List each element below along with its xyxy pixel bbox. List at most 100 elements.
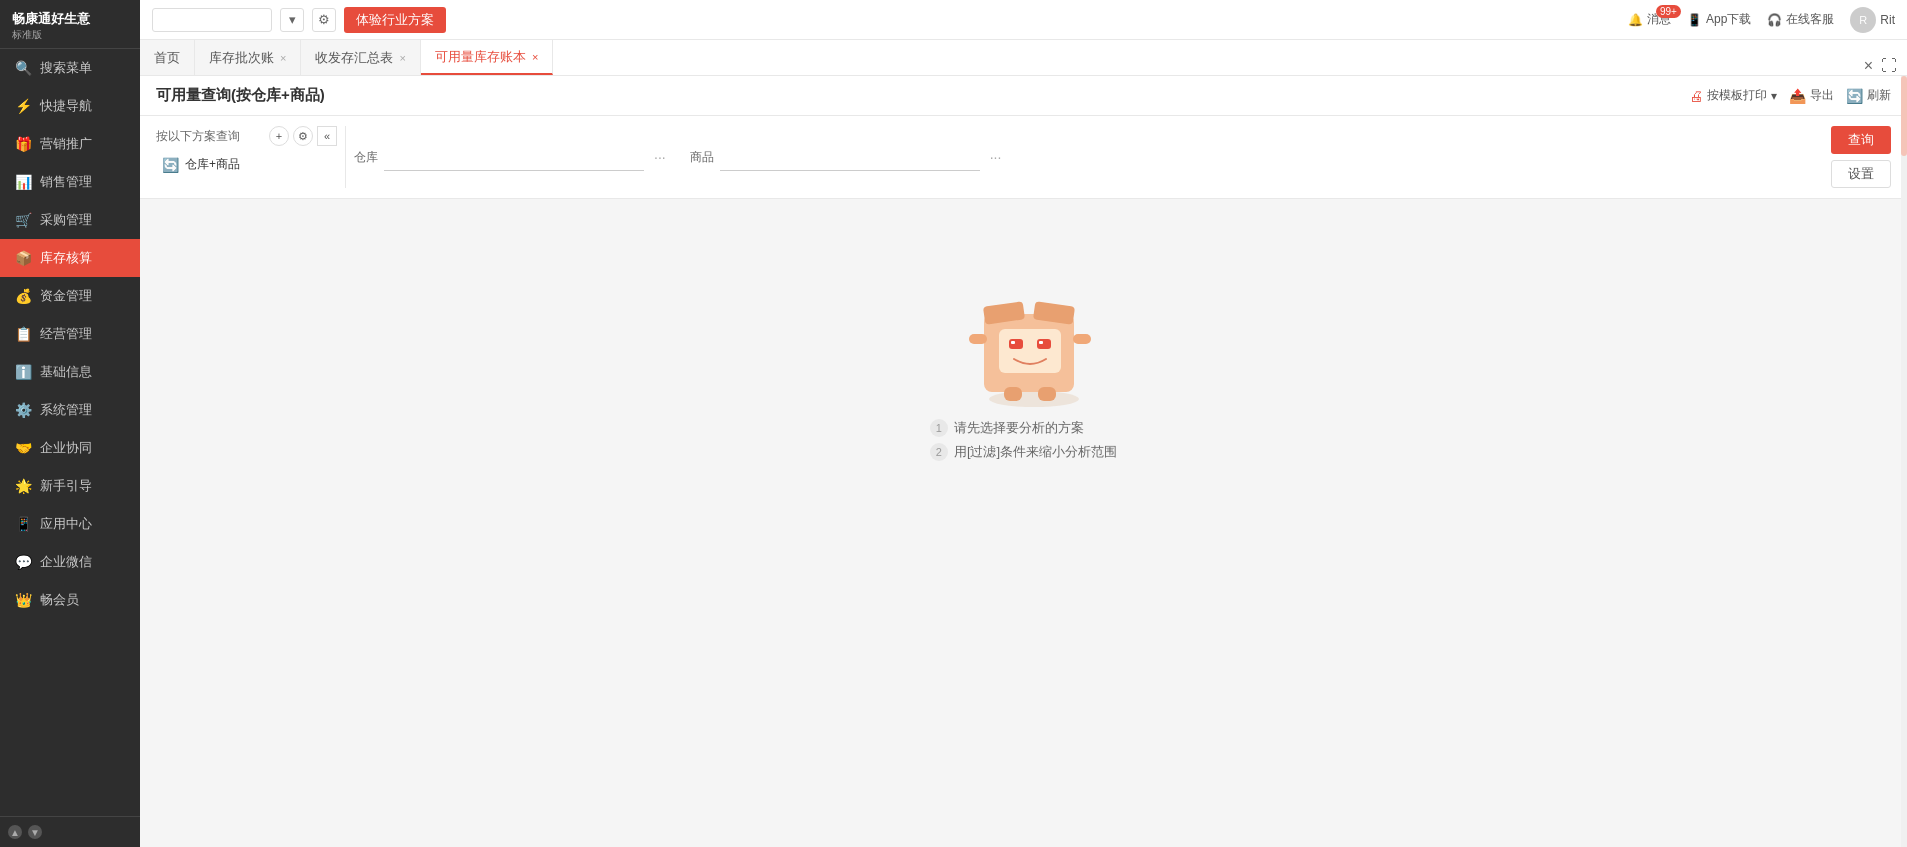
app-download-button[interactable]: 📱 App下载 [1687, 11, 1751, 28]
dropdown-button[interactable]: ▾ [280, 8, 304, 32]
message-button[interactable]: 🔔 消息 99+ [1628, 11, 1671, 28]
customer-service-button[interactable]: 🎧 在线客服 [1767, 11, 1834, 28]
scheme-item-warehouse-product[interactable]: 🔄 仓库+商品 [156, 152, 337, 177]
sidebar-item-appcenter[interactable]: 📱 应用中心 [0, 505, 140, 543]
empty-tip-2: 2 用[过滤]条件来缩小分析范围 [930, 443, 1117, 461]
refresh-label: 刷新 [1867, 87, 1891, 104]
sidebar-scroll-down[interactable]: ▼ [28, 825, 42, 839]
tab-available-ledger[interactable]: 可用量库存账本 × [421, 40, 553, 75]
sidebar-item-newbie[interactable]: 🌟 新手引导 [0, 467, 140, 505]
sidebar-item-label: 系统管理 [40, 401, 92, 419]
query-button[interactable]: 查询 [1831, 126, 1891, 154]
gift-icon: 🎁 [14, 136, 32, 152]
sidebar-item-purchase[interactable]: 🛒 采购管理 [0, 201, 140, 239]
chevron-down-icon: ▾ [289, 12, 296, 27]
sidebar-item-label: 经营管理 [40, 325, 92, 343]
settings-button[interactable]: 设置 [1831, 160, 1891, 188]
svg-rect-6 [1037, 339, 1051, 349]
svg-rect-9 [969, 334, 987, 344]
export-button[interactable]: 📤 导出 [1789, 87, 1834, 104]
tab-batch-account-label: 库存批次账 [209, 49, 274, 67]
page-title: 可用量查询(按仓库+商品) [156, 86, 325, 105]
sidebar-item-label: 库存核算 [40, 249, 92, 267]
tab-collect-account-label: 收发存汇总表 [315, 49, 393, 67]
tip-text-1: 请先选择要分析的方案 [954, 419, 1084, 437]
tab-home-label: 首页 [154, 49, 180, 67]
gear-icon: ⚙ [318, 12, 330, 27]
gear-icon: ⚙️ [14, 402, 32, 418]
tab-bar-right: × ⛶ [1854, 57, 1907, 75]
scrollbar-thumb[interactable] [1901, 76, 1907, 156]
tip-num-1: 1 [930, 419, 948, 437]
filter-fields: 仓库 ··· 商品 ··· [354, 126, 1811, 188]
print-icon: 🖨 [1689, 88, 1703, 104]
sidebar-item-sales[interactable]: 📊 销售管理 [0, 163, 140, 201]
headset-icon: 🎧 [1767, 13, 1782, 27]
sidebar-logo: 畅康通好生意 标准版 [0, 0, 140, 49]
sidebar-item-quick-nav[interactable]: ⚡ 快捷导航 [0, 87, 140, 125]
tab-available-ledger-close[interactable]: × [532, 51, 538, 63]
scheme-panel: 按以下方案查询 + ⚙ « 🔄 仓库+商品 [156, 126, 346, 188]
warehouse-more-button[interactable]: ··· [650, 149, 670, 165]
warehouse-label: 仓库 [354, 149, 378, 166]
tab-home[interactable]: 首页 [140, 40, 195, 75]
svg-rect-12 [1038, 387, 1056, 401]
right-scrollbar[interactable] [1901, 76, 1907, 847]
settings-scheme-button[interactable]: ⚙ [293, 126, 313, 146]
scheme-actions: + ⚙ « [269, 126, 337, 146]
settings-icon-button[interactable]: ⚙ [312, 8, 336, 32]
sidebar-item-system[interactable]: ⚙️ 系统管理 [0, 391, 140, 429]
export-icon: 📤 [1789, 88, 1806, 104]
svg-point-0 [989, 391, 1079, 407]
clipboard-icon: 📋 [14, 326, 32, 342]
sidebar-scroll-up[interactable]: ▲ [8, 825, 22, 839]
warehouse-input[interactable] [384, 143, 644, 171]
search-input[interactable] [152, 8, 272, 32]
chart-icon: 📊 [14, 174, 32, 190]
add-scheme-button[interactable]: + [269, 126, 289, 146]
sidebar-item-label: 采购管理 [40, 211, 92, 229]
tab-collect-account[interactable]: 收发存汇总表 × [301, 40, 420, 75]
sidebar-item-label: 企业协同 [40, 439, 92, 457]
svg-rect-8 [1039, 341, 1043, 344]
tab-collect-account-close[interactable]: × [399, 52, 405, 64]
user-profile-button[interactable]: R Rit [1850, 7, 1895, 33]
print-dropdown-icon: ▾ [1771, 89, 1777, 103]
tab-batch-account[interactable]: 库存批次账 × [195, 40, 301, 75]
user-label: Rit [1880, 13, 1895, 27]
sidebar-item-label: 搜索菜单 [40, 59, 92, 77]
topbar: ▾ ⚙ 体验行业方案 🔔 消息 99+ 📱 App下载 🎧 在线客服 R Rit [140, 0, 1907, 40]
tab-batch-account-close[interactable]: × [280, 52, 286, 64]
product-filter-group: 商品 ··· [690, 143, 1006, 171]
scheme-item-label: 仓库+商品 [185, 156, 240, 173]
product-more-button[interactable]: ··· [986, 149, 1006, 165]
sidebar-item-member[interactable]: 👑 畅会员 [0, 581, 140, 619]
sidebar-item-finance[interactable]: 💰 资金管理 [0, 277, 140, 315]
sidebar-item-label: 营销推广 [40, 135, 92, 153]
service-label: 在线客服 [1786, 11, 1834, 28]
avatar: R [1850, 7, 1876, 33]
sidebar-item-search[interactable]: 🔍 搜索菜单 [0, 49, 140, 87]
empty-tip-1: 1 请先选择要分析的方案 [930, 419, 1117, 437]
sidebar-item-enterprise[interactable]: 🤝 企业协同 [0, 429, 140, 467]
empty-svg [964, 279, 1104, 409]
warehouse-filter-group: 仓库 ··· [354, 143, 670, 171]
sidebar-nav: 🔍 搜索菜单 ⚡ 快捷导航 🎁 营销推广 📊 销售管理 🛒 采购管理 📦 库存核… [0, 49, 140, 816]
collapse-scheme-button[interactable]: « [317, 126, 337, 146]
sidebar-item-label: 新手引导 [40, 477, 92, 495]
sidebar-item-marketing[interactable]: 🎁 营销推广 [0, 125, 140, 163]
app-label: App下载 [1706, 11, 1751, 28]
lightning-icon: ⚡ [14, 98, 32, 114]
experience-button[interactable]: 体验行业方案 [344, 7, 446, 33]
refresh-button[interactable]: 🔄 刷新 [1846, 87, 1891, 104]
tab-close-all-button[interactable]: × [1864, 57, 1873, 75]
sidebar-item-inventory[interactable]: 📦 库存核算 [0, 239, 140, 277]
info-icon: ℹ️ [14, 364, 32, 380]
sidebar-item-base[interactable]: ℹ️ 基础信息 [0, 353, 140, 391]
sidebar-item-operations[interactable]: 📋 经营管理 [0, 315, 140, 353]
print-button[interactable]: 🖨 按模板打印 ▾ [1689, 87, 1777, 104]
sidebar-bottom[interactable]: ▲ ▼ [0, 816, 140, 847]
tab-expand-button[interactable]: ⛶ [1881, 57, 1897, 75]
product-input[interactable] [720, 143, 980, 171]
sidebar-item-wechat[interactable]: 💬 企业微信 [0, 543, 140, 581]
